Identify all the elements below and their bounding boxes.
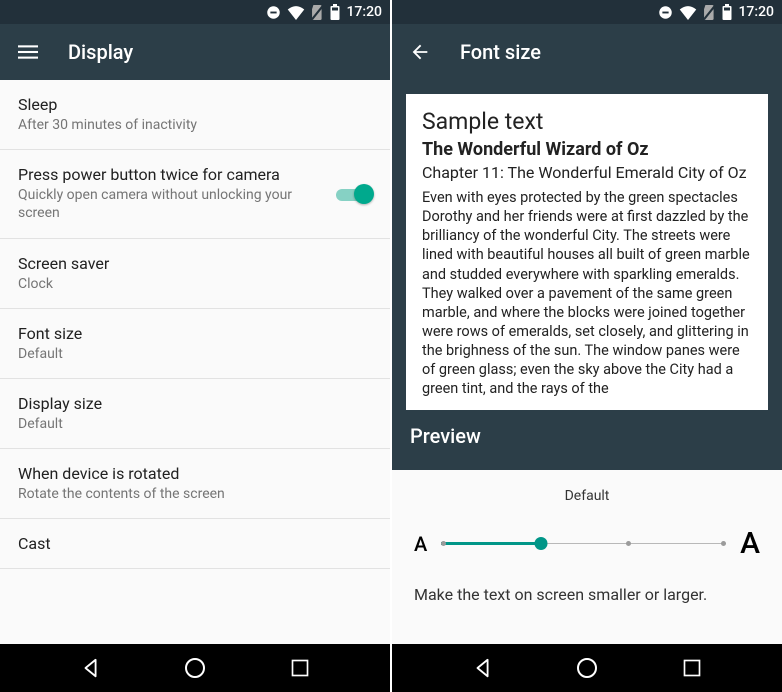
appbar-fontsize: Font size (392, 24, 782, 80)
wifi-icon (679, 5, 697, 20)
recent-nav-icon[interactable] (286, 654, 314, 682)
item-power-camera[interactable]: Press power button twice for camera Quic… (0, 150, 390, 238)
item-displaysize[interactable]: Display size Default (0, 379, 390, 449)
preview-panel: Sample text The Wonderful Wizard of Oz C… (392, 80, 782, 470)
sample-chapter: Chapter 11: The Wonderful Emerald City o… (422, 163, 752, 183)
slider-value-label: Default (414, 488, 760, 504)
slider-thumb[interactable] (534, 537, 547, 550)
settings-list: Sleep After 30 minutes of inactivity Pre… (0, 80, 390, 644)
item-subtitle: Default (18, 345, 372, 363)
item-title: Press power button twice for camera (18, 165, 324, 184)
item-screensaver[interactable]: Screen saver Clock (0, 239, 390, 309)
back-nav-icon[interactable] (469, 654, 497, 682)
item-subtitle: Quickly open camera without unlocking yo… (18, 186, 324, 222)
phone-fontsize: 17:20 Font size Sample text The Wonderfu… (392, 0, 782, 692)
wifi-icon (287, 5, 305, 20)
slider-description: Make the text on screen smaller or large… (414, 585, 760, 604)
sample-title: The Wonderful Wizard of Oz (422, 139, 752, 160)
home-nav-icon[interactable] (181, 654, 209, 682)
home-nav-icon[interactable] (573, 654, 601, 682)
no-sim-icon (311, 5, 324, 20)
sample-heading: Sample text (422, 108, 752, 135)
item-rotation[interactable]: When device is rotated Rotate the conten… (0, 449, 390, 519)
battery-icon (722, 4, 732, 20)
status-bar: 17:20 (0, 0, 390, 24)
status-bar: 17:20 (392, 0, 782, 24)
item-title: Sleep (18, 95, 372, 114)
dnd-icon (658, 5, 673, 20)
item-title: Cast (18, 534, 372, 553)
sample-body: Even with eyes protected by the green sp… (422, 188, 752, 398)
nav-bar (392, 644, 782, 692)
dnd-icon (266, 5, 281, 20)
item-cast[interactable]: Cast (0, 519, 390, 569)
page-title: Font size (460, 40, 541, 64)
page-title: Display (68, 40, 133, 64)
hamburger-icon[interactable] (16, 40, 40, 64)
item-subtitle: Rotate the contents of the screen (18, 485, 372, 503)
item-title: Screen saver (18, 254, 372, 273)
slider-area: Default A A Make the text on screen smal… (392, 470, 782, 644)
item-fontsize[interactable]: Font size Default (0, 309, 390, 379)
item-subtitle: Clock (18, 275, 372, 293)
a-large-icon: A (740, 526, 760, 561)
slider-row: A A (414, 526, 760, 561)
item-title: Font size (18, 324, 372, 343)
status-time: 17:20 (738, 4, 774, 20)
appbar-display: Display (0, 24, 390, 80)
recent-nav-icon[interactable] (678, 654, 706, 682)
preview-label: Preview (406, 410, 768, 456)
fontsize-slider[interactable] (441, 532, 726, 556)
item-subtitle: Default (18, 415, 372, 433)
item-title: When device is rotated (18, 464, 372, 483)
status-time: 17:20 (346, 4, 382, 20)
a-small-icon: A (414, 532, 427, 556)
back-arrow-icon[interactable] (408, 40, 432, 64)
phone-display-settings: 17:20 Display Sleep After 30 minutes of … (0, 0, 390, 692)
toggle-switch[interactable] (336, 184, 372, 204)
item-subtitle: After 30 minutes of inactivity (18, 116, 372, 134)
item-sleep[interactable]: Sleep After 30 minutes of inactivity (0, 80, 390, 150)
sample-text-card: Sample text The Wonderful Wizard of Oz C… (406, 94, 768, 410)
item-title: Display size (18, 394, 372, 413)
nav-bar (0, 644, 390, 692)
back-nav-icon[interactable] (77, 654, 105, 682)
battery-icon (330, 4, 340, 20)
no-sim-icon (703, 5, 716, 20)
